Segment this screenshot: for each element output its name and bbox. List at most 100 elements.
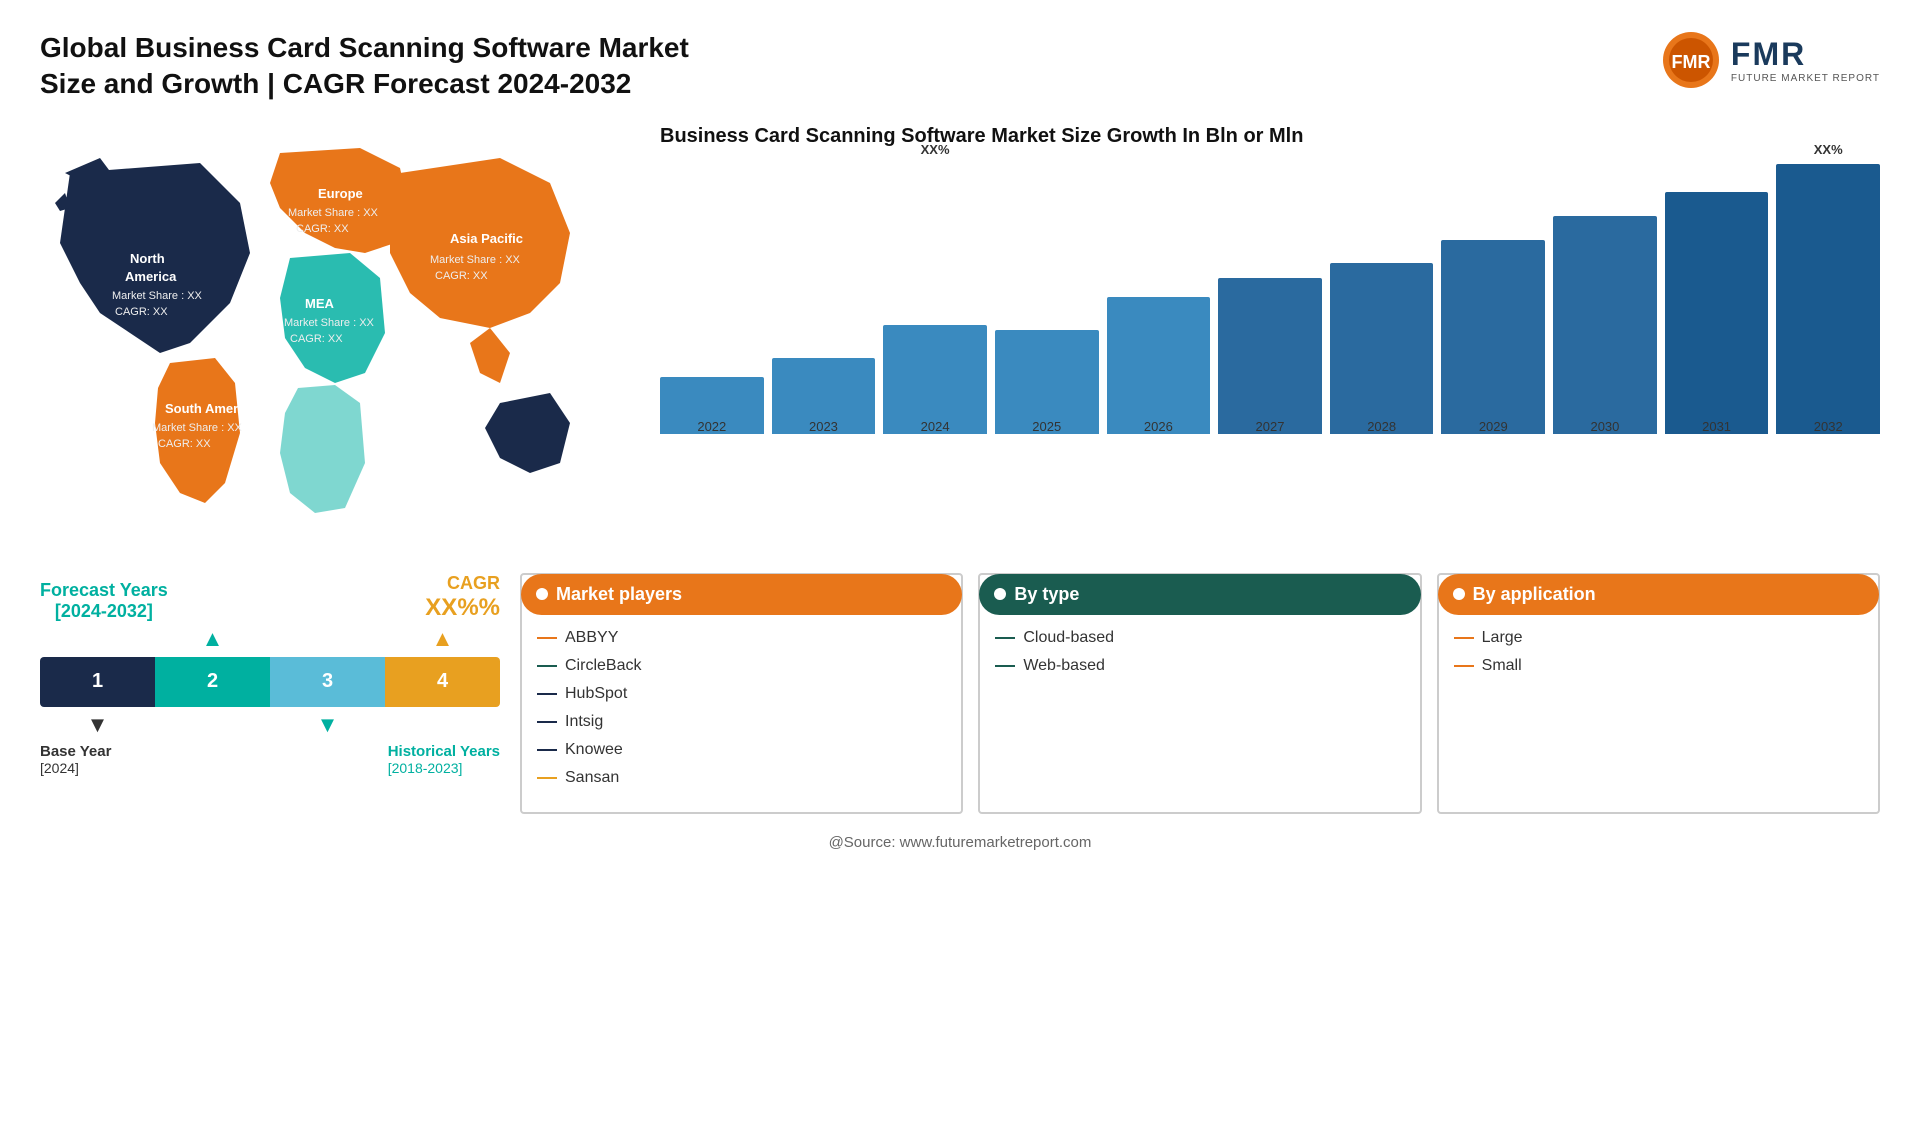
category-boxes: Market players ABBYY CircleBack HubSpot Int… — [520, 573, 1880, 814]
south-america-label: South America — [165, 401, 257, 416]
bar-label-2027: 2027 — [1256, 419, 1285, 434]
by-type-item: Web-based — [995, 657, 1404, 675]
page-title: Global Business Card Scanning Software M… — [40, 30, 740, 103]
bar-col-2022: 2022 — [660, 164, 764, 434]
timeline-seg-2: 2 — [155, 657, 270, 707]
bar-col-2026: 2026 — [1107, 164, 1211, 434]
market-player-name: Sansan — [565, 769, 619, 787]
cagr-value: XX%% — [425, 594, 500, 622]
bar-chart: 20222023XX%20242025202620272028202920302… — [660, 164, 1880, 464]
by-application-dot — [1453, 588, 1465, 600]
market-player-name: CircleBack — [565, 657, 641, 675]
by-type-title: By type — [1014, 584, 1079, 605]
bar-pct-2032: XX% — [1814, 142, 1843, 157]
bar-label-2030: 2030 — [1590, 419, 1619, 434]
timeline-seg-1: 1 — [40, 657, 155, 707]
logo-sub: FUTURE MARKET REPORT — [1731, 73, 1880, 84]
bar-label-2024: 2024 — [921, 419, 950, 434]
bar-2031 — [1665, 192, 1769, 434]
by-type-body: Cloud-based Web-based — [980, 614, 1419, 700]
north-america-region: North America Market Share : XX CAGR: XX — [55, 158, 250, 353]
bar-col-2028: 2028 — [1330, 164, 1434, 434]
bottom-section: Forecast Years [2024-2032] CAGR XX%% ▲ ▲… — [40, 573, 1880, 814]
by-type-dot — [994, 588, 1006, 600]
south-america-region: South America Market Share : XX CAGR: XX — [152, 358, 257, 503]
hist-arrow-down: ▼ — [270, 712, 385, 738]
bar-label-2032: 2032 — [1814, 419, 1843, 434]
by-type-name: Cloud-based — [1023, 629, 1114, 647]
main-grid: North America Market Share : XX CAGR: XX… — [40, 123, 1880, 814]
market-player-name: HubSpot — [565, 685, 627, 703]
timeline-seg-4: 4 — [385, 657, 500, 707]
south-america-share: Market Share : XX — [152, 422, 243, 434]
cagr-label: CAGR — [425, 573, 500, 594]
forecast-years-label: Forecast Years — [40, 580, 168, 601]
bar-2027 — [1218, 278, 1322, 434]
bar-2029 — [1441, 240, 1545, 434]
market-players-title: Market players — [556, 584, 682, 605]
world-map-svg: North America Market Share : XX CAGR: XX… — [40, 123, 620, 553]
bar-col-2027: 2027 — [1218, 164, 1322, 434]
by-application-item: Large — [1454, 629, 1863, 647]
by-type-item: Cloud-based — [995, 629, 1404, 647]
page-header: Global Business Card Scanning Software M… — [40, 30, 1880, 103]
market-players-header: Market players — [521, 574, 962, 615]
europe-share: Market Share : XX — [288, 207, 379, 219]
svg-text:FMR: FMR — [1671, 52, 1710, 72]
bar-label-2031: 2031 — [1702, 419, 1731, 434]
asia-pacific-label: Asia Pacific — [450, 231, 523, 246]
south-america-cagr: CAGR: XX — [158, 438, 211, 450]
north-america-label2: America — [125, 269, 177, 284]
market-player-item: ABBYY — [537, 629, 946, 647]
north-america-share: Market Share : XX — [112, 290, 203, 302]
bar-col-2031: 2031 — [1665, 164, 1769, 434]
historical-value: [2018-2023] — [388, 760, 500, 776]
bar-col-2030: 2030 — [1553, 164, 1657, 434]
mea-cagr: CAGR: XX — [290, 333, 343, 345]
forecast-arrow-up: ▲ — [155, 626, 270, 652]
logo-area: FMR FMR FUTURE MARKET REPORT — [1661, 30, 1880, 90]
logo-fmr: FMR — [1731, 36, 1806, 73]
by-application-body: Large Small — [1439, 614, 1878, 700]
market-player-name: Knowee — [565, 741, 623, 759]
europe-region: Europe Market Share : XX CAGR: XX — [270, 148, 410, 253]
base-year-label: Base Year — [40, 743, 111, 760]
bar-label-2026: 2026 — [1144, 419, 1173, 434]
by-type-name: Web-based — [1023, 657, 1105, 675]
bar-label-2025: 2025 — [1032, 419, 1061, 434]
cagr-arrow-up: ▲ — [385, 626, 500, 652]
market-player-name: Intsig — [565, 713, 603, 731]
forecast-range-label: [2024-2032] — [40, 601, 168, 622]
base-year-value: [2024] — [40, 760, 111, 776]
by-type-header: By type — [979, 574, 1420, 615]
bar-col-2029: 2029 — [1441, 164, 1545, 434]
chart-title: Business Card Scanning Software Market S… — [660, 123, 1880, 149]
historical-label: Historical Years — [388, 743, 500, 760]
bar-pct-2024: XX% — [921, 142, 950, 157]
bar-2024 — [883, 325, 987, 434]
market-players-box: Market players ABBYY CircleBack HubSpot Int… — [520, 573, 963, 814]
source-bar: @Source: www.futuremarketreport.com — [40, 834, 1880, 851]
europe-cagr: CAGR: XX — [296, 223, 349, 235]
logo-text: FMR FUTURE MARKET REPORT — [1731, 36, 1880, 84]
bar-2026 — [1107, 297, 1211, 434]
mea-label: MEA — [305, 296, 335, 311]
bar-2028 — [1330, 263, 1434, 434]
market-players-body: ABBYY CircleBack HubSpot Intsig Knowee Sansan — [522, 614, 961, 812]
mea-region: MEA Market Share : XX CAGR: XX — [280, 253, 385, 383]
bar-label-2029: 2029 — [1479, 419, 1508, 434]
by-application-item: Small — [1454, 657, 1863, 675]
by-type-box: By type Cloud-based Web-based — [978, 573, 1421, 814]
by-application-name: Small — [1482, 657, 1522, 675]
source-text: @Source: www.futuremarketreport.com — [829, 834, 1092, 851]
timeline-seg-3: 3 — [270, 657, 385, 707]
market-player-item: Knowee — [537, 741, 946, 759]
base-arrow-down: ▼ — [40, 712, 155, 738]
chart-section: Business Card Scanning Software Market S… — [640, 123, 1880, 553]
by-application-title: By application — [1473, 584, 1596, 605]
market-player-item: HubSpot — [537, 685, 946, 703]
by-application-name: Large — [1482, 629, 1523, 647]
asia-pacific-cagr: CAGR: XX — [435, 270, 488, 282]
bar-label-2023: 2023 — [809, 419, 838, 434]
europe-label: Europe — [318, 186, 363, 201]
